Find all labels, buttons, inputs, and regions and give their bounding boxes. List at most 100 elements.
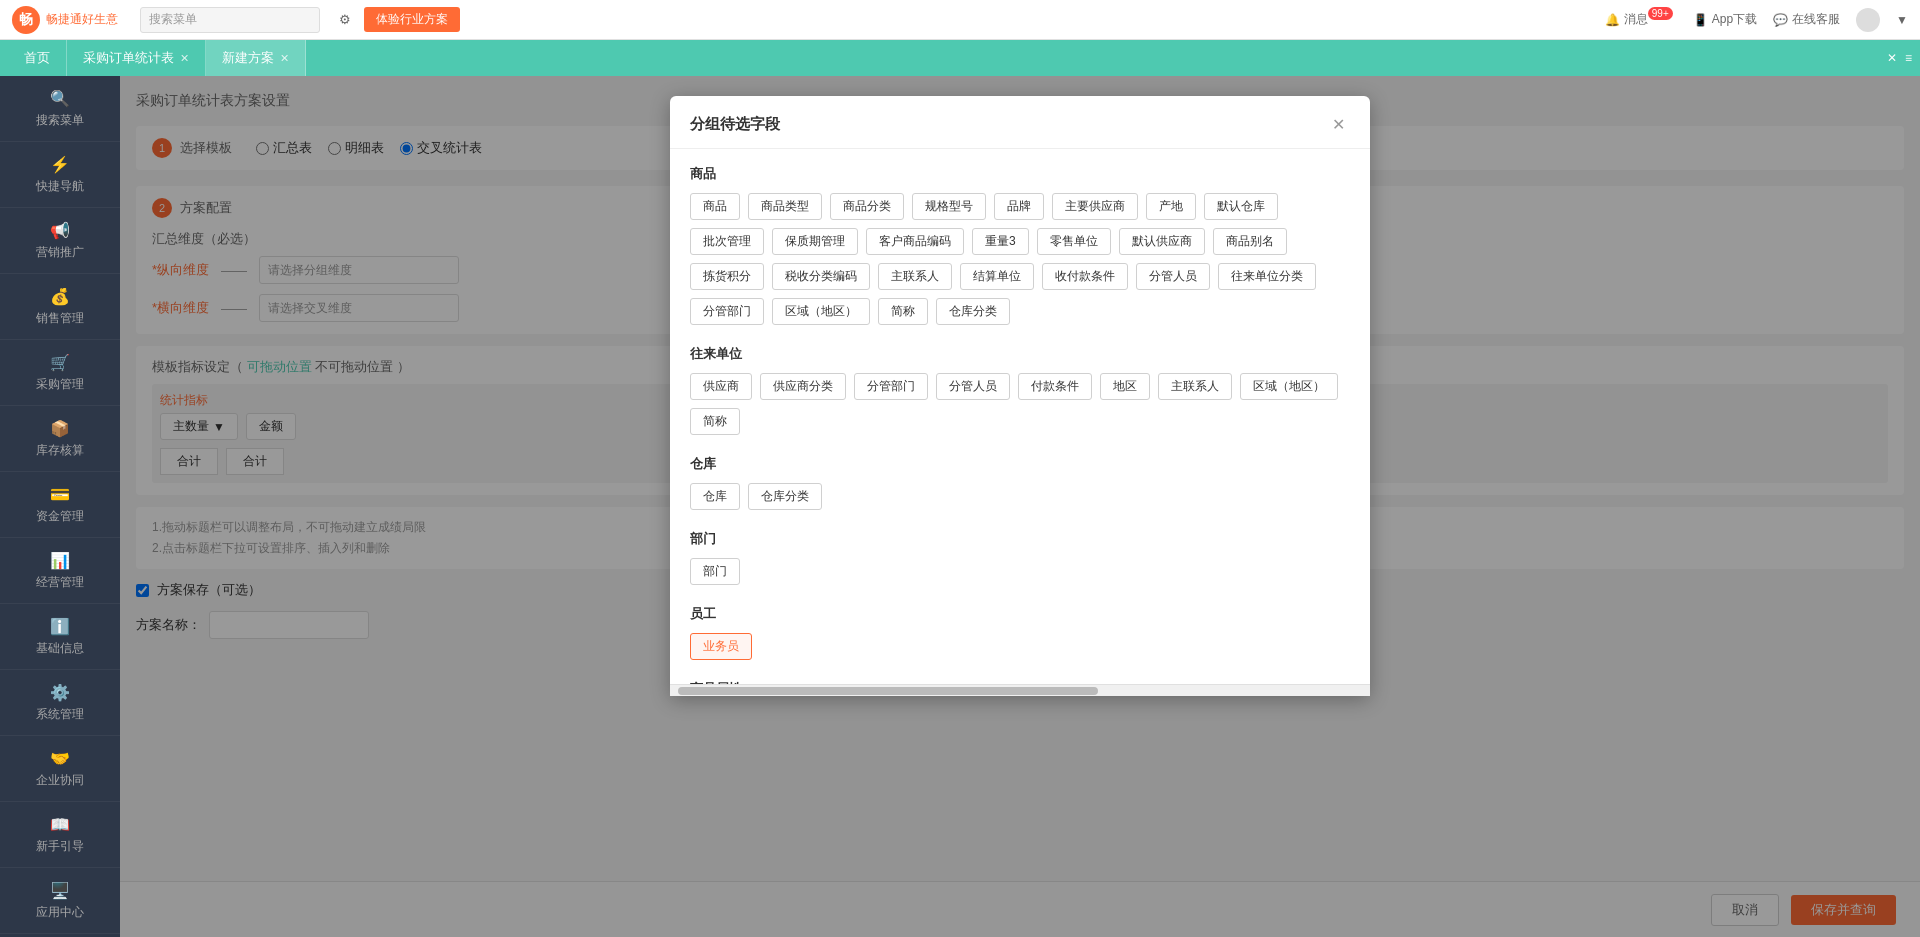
field-tag-partner-region[interactable]: 区域（地区）	[1240, 373, 1338, 400]
field-tag-warehouse-cat[interactable]: 仓库分类	[748, 483, 822, 510]
marketing-icon: 📢	[50, 220, 70, 240]
top-right: 🔔 消息 99+ 📱 App下载 💬 在线客服 ▼	[1605, 8, 1908, 32]
field-tag-brand[interactable]: 品牌	[994, 193, 1044, 220]
search-input[interactable]: 搜索菜单	[140, 7, 320, 33]
section-warehouse-title: 仓库	[690, 455, 1350, 473]
sidebar-item-purchase-label: 采购管理	[36, 376, 84, 393]
field-tag-main-contact[interactable]: 主联系人	[878, 263, 952, 290]
sidebar-item-basic-info-label: 基础信息	[36, 640, 84, 657]
field-tag-pick-points[interactable]: 拣货积分	[690, 263, 764, 290]
sidebar-item-purchase[interactable]: 🛒 采购管理	[0, 340, 120, 406]
sidebar-item-inventory-label: 库存核算	[36, 442, 84, 459]
field-tag-partner-manager[interactable]: 分管人员	[936, 373, 1010, 400]
section-partner-tags: 供应商 供应商分类 分管部门 分管人员 付款条件 地区 主联系人 区域（地区） …	[690, 373, 1350, 435]
field-tag-partner-category[interactable]: 往来单位分类	[1218, 263, 1316, 290]
tab-purchase-stats-close[interactable]: ✕	[180, 52, 189, 65]
sidebar-item-operations[interactable]: 📊 经营管理	[0, 538, 120, 604]
field-tag-settlement-unit[interactable]: 结算单位	[960, 263, 1034, 290]
field-tag-expiry-mgmt[interactable]: 保质期管理	[772, 228, 858, 255]
content-area: 采购订单统计表方案设置 1 选择模板 汇总表 明细表 交叉统计表	[120, 76, 1920, 937]
purchase-icon: 🛒	[50, 352, 70, 372]
sidebar-item-system-label: 系统管理	[36, 706, 84, 723]
system-icon: ⚙️	[50, 682, 70, 702]
experience-button[interactable]: 体验行业方案	[364, 7, 460, 32]
sidebar-item-search[interactable]: 🔍 搜索菜单	[0, 76, 120, 142]
field-tag-payment-terms[interactable]: 收付款条件	[1042, 263, 1128, 290]
field-tag-manager[interactable]: 分管人员	[1136, 263, 1210, 290]
search-icon: 🔍	[50, 88, 70, 108]
field-tag-dept[interactable]: 分管部门	[690, 298, 764, 325]
notification-badge: 99+	[1648, 7, 1673, 20]
online-service[interactable]: 💬 在线客服	[1773, 11, 1840, 28]
field-tag-warehouse-category[interactable]: 仓库分类	[936, 298, 1010, 325]
tab-new-plan-close[interactable]: ✕	[280, 52, 289, 65]
main-layout: 🔍 搜索菜单 ⚡ 快捷导航 📢 营销推广 💰 销售管理 🛒 采购管理 📦 库存核…	[0, 76, 1920, 937]
field-tag-product-alias[interactable]: 商品别名	[1213, 228, 1287, 255]
tab-purchase-stats-label: 采购订单统计表	[83, 49, 174, 67]
field-tag-main-supplier[interactable]: 主要供应商	[1052, 193, 1138, 220]
close-all-icon[interactable]: ✕	[1887, 51, 1897, 65]
sidebar-item-shortcut[interactable]: ⚡ 快捷导航	[0, 142, 120, 208]
bell-icon: 🔔	[1605, 13, 1620, 27]
field-tag-region[interactable]: 区域（地区）	[772, 298, 870, 325]
app-center-icon: 🖥️	[50, 880, 70, 900]
field-tag-product[interactable]: 商品	[690, 193, 740, 220]
section-department-tags: 部门	[690, 558, 1350, 585]
field-tag-customer-code[interactable]: 客户商品编码	[866, 228, 964, 255]
sidebar-item-cooperation[interactable]: 🤝 企业协同	[0, 736, 120, 802]
field-tag-default-supplier[interactable]: 默认供应商	[1119, 228, 1205, 255]
sidebar-item-finance[interactable]: 💳 资金管理	[0, 472, 120, 538]
tab-home[interactable]: 首页	[8, 40, 67, 76]
dialog-body[interactable]: 商品 商品 商品类型 商品分类 规格型号 品牌 主要供应商 产地 默认仓库 批次…	[670, 149, 1370, 684]
dialog-title: 分组待选字段	[690, 115, 780, 134]
dialog-hscroll[interactable]	[670, 684, 1370, 696]
field-tag-weight3[interactable]: 重量3	[972, 228, 1029, 255]
sidebar-item-inventory[interactable]: 📦 库存核算	[0, 406, 120, 472]
field-tag-area[interactable]: 地区	[1100, 373, 1150, 400]
notification-area[interactable]: 🔔 消息 99+	[1605, 11, 1677, 28]
field-tag-supplier[interactable]: 供应商	[690, 373, 752, 400]
sidebar-item-marketing[interactable]: 📢 营销推广	[0, 208, 120, 274]
field-tag-short-name[interactable]: 简称	[878, 298, 928, 325]
field-tag-spec-model[interactable]: 规格型号	[912, 193, 986, 220]
app-download[interactable]: 📱 App下载	[1693, 11, 1757, 28]
field-tag-tax-code[interactable]: 税收分类编码	[772, 263, 870, 290]
field-tag-product-category[interactable]: 商品分类	[830, 193, 904, 220]
top-actions: ⚙ 体验行业方案	[332, 7, 460, 33]
sidebar-item-sales[interactable]: 💰 销售管理	[0, 274, 120, 340]
logo-text: 畅捷通好生意	[46, 12, 118, 26]
field-tag-salesperson[interactable]: 业务员	[690, 633, 752, 660]
sidebar-item-guide[interactable]: 📖 新手引导	[0, 802, 120, 868]
tabs-menu-icon[interactable]: ≡	[1905, 51, 1912, 65]
top-bar: 畅 畅捷通好生意 搜索菜单 ⚙ 体验行业方案 🔔 消息 99+ 📱 App下载 …	[0, 0, 1920, 40]
field-tag-partner-main-contact[interactable]: 主联系人	[1158, 373, 1232, 400]
field-tag-product-type[interactable]: 商品类型	[748, 193, 822, 220]
section-partner-title: 往来单位	[690, 345, 1350, 363]
field-tag-default-warehouse[interactable]: 默认仓库	[1204, 193, 1278, 220]
field-tag-partner-short[interactable]: 简称	[690, 408, 740, 435]
section-product: 商品 商品 商品类型 商品分类 规格型号 品牌 主要供应商 产地 默认仓库 批次…	[690, 165, 1350, 325]
sidebar-item-basic-info[interactable]: ℹ️ 基础信息	[0, 604, 120, 670]
section-warehouse-tags: 仓库 仓库分类	[690, 483, 1350, 510]
account-dropdown[interactable]: ▼	[1896, 13, 1908, 27]
field-tag-supplier-category[interactable]: 供应商分类	[760, 373, 846, 400]
field-tag-pay-terms[interactable]: 付款条件	[1018, 373, 1092, 400]
sidebar-item-app-center[interactable]: 🖥️ 应用中心	[0, 868, 120, 934]
field-tag-retail-unit[interactable]: 零售单位	[1037, 228, 1111, 255]
dialog-close-button[interactable]: ✕	[1326, 112, 1350, 136]
field-tag-batch-mgmt[interactable]: 批次管理	[690, 228, 764, 255]
field-tag-warehouse[interactable]: 仓库	[690, 483, 740, 510]
gear-icon[interactable]: ⚙	[332, 7, 358, 33]
inventory-icon: 📦	[50, 418, 70, 438]
sidebar-item-cooperation-label: 企业协同	[36, 772, 84, 789]
field-tag-partner-dept[interactable]: 分管部门	[854, 373, 928, 400]
tab-new-plan[interactable]: 新建方案 ✕	[206, 40, 306, 76]
tab-purchase-stats[interactable]: 采购订单统计表 ✕	[67, 40, 206, 76]
cooperation-icon: 🤝	[50, 748, 70, 768]
field-tag-department[interactable]: 部门	[690, 558, 740, 585]
section-product-title: 商品	[690, 165, 1350, 183]
avatar[interactable]	[1856, 8, 1880, 32]
sidebar-item-system[interactable]: ⚙️ 系统管理	[0, 670, 120, 736]
field-tag-origin[interactable]: 产地	[1146, 193, 1196, 220]
section-partner: 往来单位 供应商 供应商分类 分管部门 分管人员 付款条件 地区 主联系人 区域…	[690, 345, 1350, 435]
